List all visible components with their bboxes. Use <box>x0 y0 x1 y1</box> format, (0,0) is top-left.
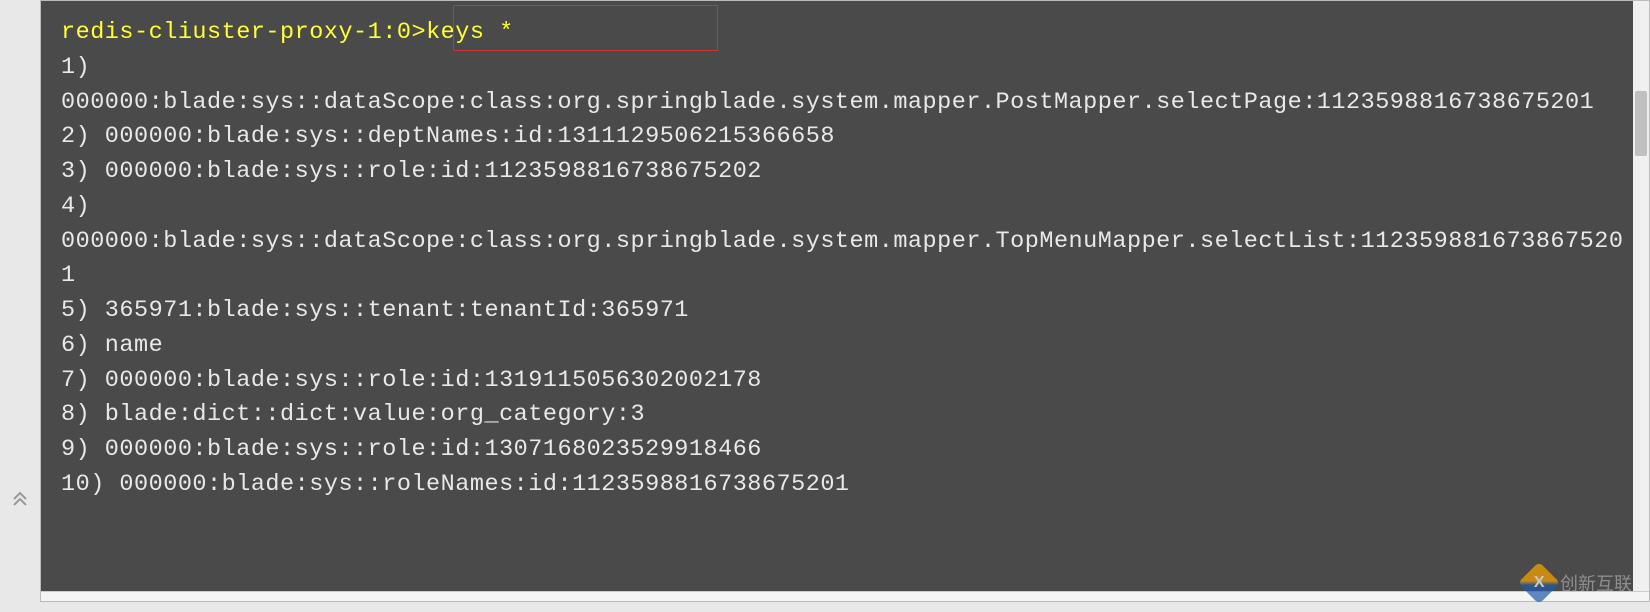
command-text: keys * <box>426 19 514 46</box>
status-bar <box>41 591 1649 601</box>
output-line: 8) blade:dict::dict:value:org_category:3 <box>61 398 1629 433</box>
scroll-thumb[interactable] <box>1635 91 1647 156</box>
prompt-line: redis-cliuster-proxy-1:0>keys * <box>61 16 1629 51</box>
output-line: 2) 000000:blade:sys::deptNames:id:131112… <box>61 120 1629 155</box>
output-line: 3) 000000:blade:sys::role:id:11235988167… <box>61 155 1629 190</box>
output-line: 6) name <box>61 329 1629 364</box>
output-line: 000000:blade:sys::dataScope:class:org.sp… <box>61 86 1629 121</box>
watermark-text: 创新互联 <box>1560 570 1632 596</box>
watermark-logo-icon <box>1518 562 1560 604</box>
output-line: 000000:blade:sys::dataScope:class:org.sp… <box>61 225 1629 295</box>
output-line: 5) 365971:blade:sys::tenant:tenantId:365… <box>61 294 1629 329</box>
collapse-chevron-icon[interactable] <box>8 488 32 512</box>
prompt-text: redis-cliuster-proxy-1:0> <box>61 19 426 46</box>
scrollbar[interactable] <box>1633 1 1649 591</box>
watermark: 创新互联 <box>1524 568 1632 598</box>
terminal-frame: redis-cliuster-proxy-1:0>keys * 1) 00000… <box>40 0 1650 602</box>
output-line: 10) 000000:blade:sys::roleNames:id:11235… <box>61 468 1629 503</box>
output-line: 1) <box>61 51 1629 86</box>
output-line: 4) <box>61 190 1629 225</box>
output-line: 9) 000000:blade:sys::role:id:13071680235… <box>61 433 1629 468</box>
terminal-output-area[interactable]: redis-cliuster-proxy-1:0>keys * 1) 00000… <box>41 1 1649 591</box>
output-line: 7) 000000:blade:sys::role:id:13191150563… <box>61 364 1629 399</box>
